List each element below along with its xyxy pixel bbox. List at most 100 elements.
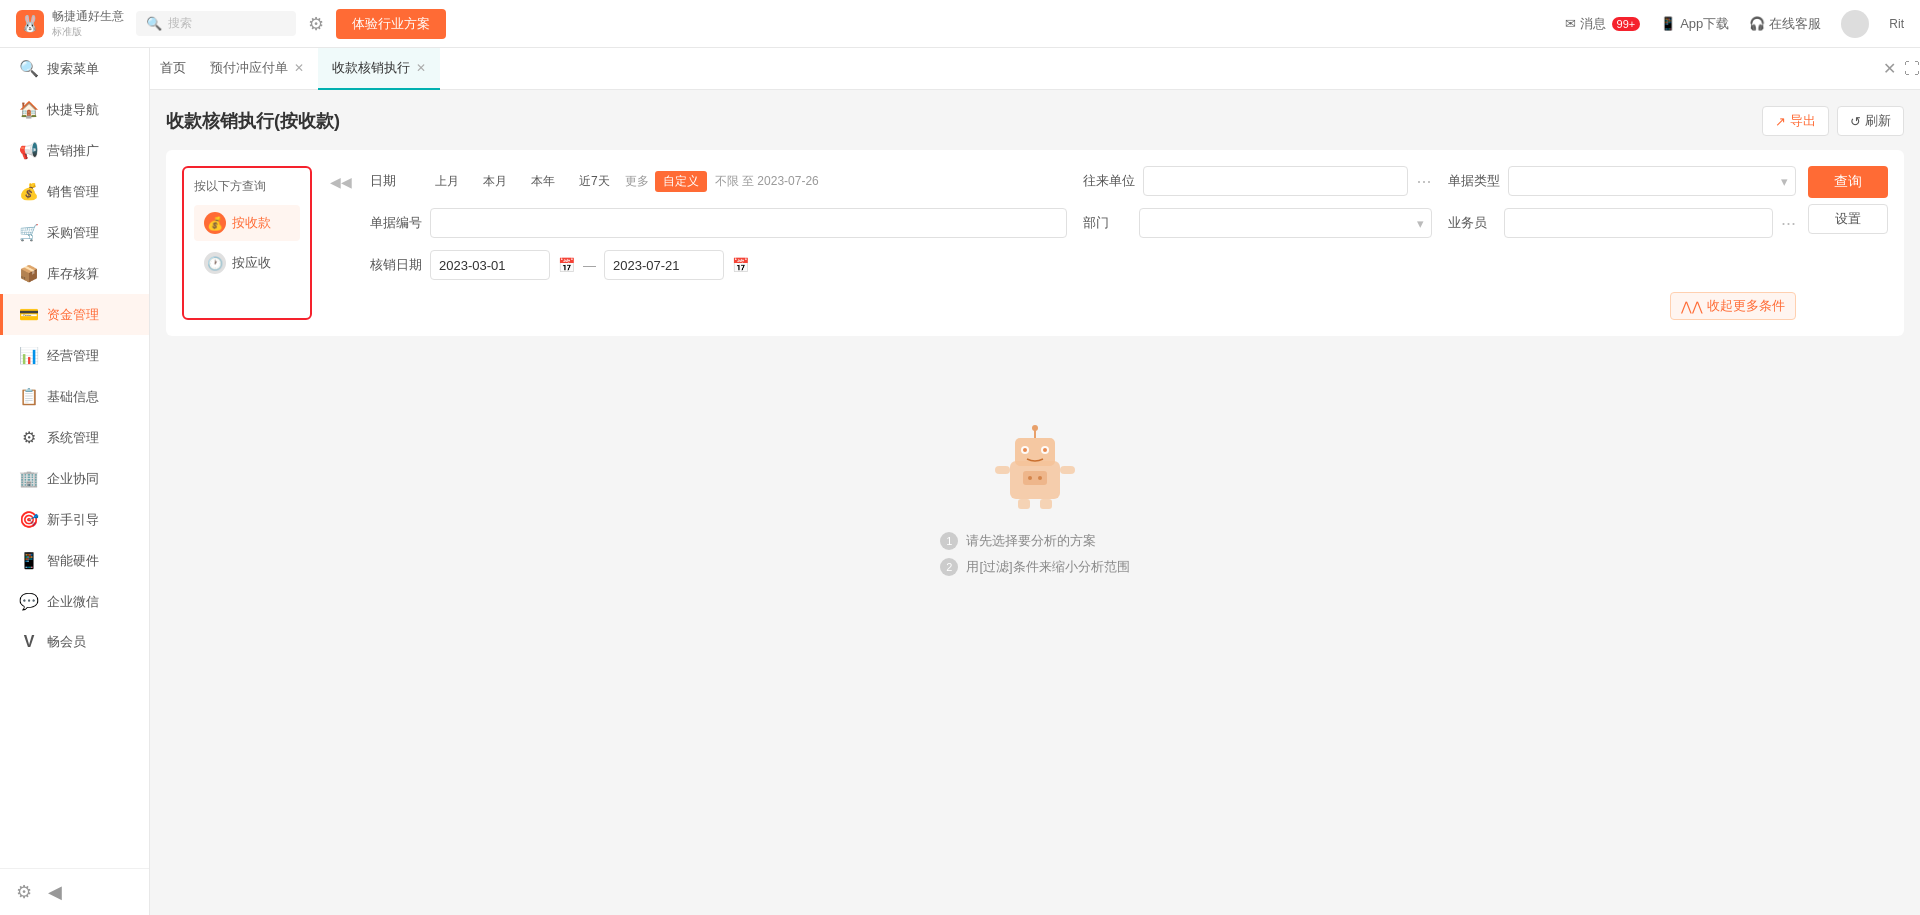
tab-prepay-close[interactable]: ✕ (294, 61, 304, 75)
date-btn-last-month[interactable]: 上月 (426, 169, 468, 194)
refresh-button[interactable]: ↺ 刷新 (1837, 106, 1904, 136)
receipt-icon: 💰 (204, 212, 226, 234)
basic-info-icon: 📋 (19, 387, 39, 406)
operations-icon: 📊 (19, 346, 39, 365)
verify-date-end-input[interactable] (604, 250, 724, 280)
tab-close-all-icon[interactable]: ✕ (1883, 59, 1896, 78)
sidebar-item-operations[interactable]: 📊 经营管理 (0, 335, 149, 376)
filter-action-col: 查询 设置 (1808, 166, 1888, 320)
top-search-box[interactable]: 🔍 搜索 (136, 11, 296, 36)
sidebar-item-enterprise[interactable]: 🏢 企业协同 (0, 458, 149, 499)
sidebar-item-purchase[interactable]: 🛒 采购管理 (0, 212, 149, 253)
tab-home[interactable]: 首页 (150, 48, 196, 90)
svg-rect-11 (1040, 499, 1052, 509)
tab-receipt-verify[interactable]: 收款核销执行 ✕ (318, 48, 440, 90)
query-by-receivable[interactable]: 🕐 按应收 (194, 245, 300, 281)
doc-type-label: 单据类型 (1448, 172, 1500, 190)
svg-rect-8 (995, 466, 1010, 474)
svg-rect-10 (1018, 499, 1030, 509)
content-area: 首页 预付冲应付单 ✕ 收款核销执行 ✕ ✕ ⛶ 收款核销执行(按收款) (150, 48, 1920, 915)
sidebar-collapse-icon[interactable]: ◀ (48, 881, 62, 903)
tab-receipt-close[interactable]: ✕ (416, 61, 426, 75)
salesperson-more-icon[interactable]: ··· (1781, 213, 1796, 234)
query-type-panel: 按以下方查询 💰 按收款 🕐 按应收 (182, 166, 312, 320)
avatar[interactable] (1841, 10, 1869, 38)
date-label: 日期 (370, 172, 418, 190)
empty-state: 1 请先选择要分析的方案 2 用[过滤]条件来缩小分析范围 (166, 336, 1904, 656)
sidebar-item-inventory[interactable]: 📦 库存核算 (0, 253, 149, 294)
partner-more-icon[interactable]: ··· (1416, 171, 1431, 192)
hint-num-1: 1 (940, 532, 958, 550)
collapse-more-button[interactable]: ⋀⋀ 收起更多条件 (1670, 292, 1796, 320)
solution-button[interactable]: 体验行业方案 (336, 9, 446, 39)
salesperson-input[interactable] (1504, 208, 1773, 238)
svg-point-7 (1043, 448, 1047, 452)
tab-prepay[interactable]: 预付冲应付单 ✕ (196, 48, 318, 90)
collapse-panel-button[interactable]: ◀◀ (324, 174, 358, 320)
doc-no-input[interactable] (430, 208, 1067, 238)
refresh-icon: ↺ (1850, 114, 1861, 129)
receivable-icon: 🕐 (204, 252, 226, 274)
app-download-button[interactable]: 📱 App下载 (1660, 15, 1729, 33)
query-type-title: 按以下方查询 (194, 178, 300, 195)
finance-icon: 💳 (19, 305, 39, 324)
marketing-icon: 📢 (19, 141, 39, 160)
query-by-receipt[interactable]: 💰 按收款 (194, 205, 300, 241)
sidebar-item-finance[interactable]: 💳 资金管理 (0, 294, 149, 335)
sidebar-item-quick-nav[interactable]: 🏠 快捷导航 (0, 89, 149, 130)
date-options: 上月 本月 本年 近7天 更多 自定义 (426, 169, 707, 194)
query-button[interactable]: 查询 (1808, 166, 1888, 198)
sidebar-item-basic-info[interactable]: 📋 基础信息 (0, 376, 149, 417)
member-icon: V (19, 633, 39, 651)
sidebar-settings-icon[interactable]: ⚙ (16, 881, 32, 903)
sidebar-item-marketing[interactable]: 📢 营销推广 (0, 130, 149, 171)
top-bar: 🐰 畅捷通好生意 标准版 🔍 搜索 ⚙ 体验行业方案 ✉ 消息 99+ 📱 Ap… (0, 0, 1920, 48)
message-button[interactable]: ✉ 消息 99+ (1565, 15, 1641, 33)
svg-rect-9 (1060, 466, 1075, 474)
sidebar-bottom: ⚙ ◀ (0, 868, 149, 915)
end-calendar-icon[interactable]: 📅 (732, 257, 749, 273)
sidebar-item-member[interactable]: V 畅会员 (0, 622, 149, 662)
start-calendar-icon[interactable]: 📅 (558, 257, 575, 273)
doc-no-label: 单据编号 (370, 214, 422, 232)
date-btn-more[interactable]: 更多 (625, 173, 649, 190)
wechat-icon: 💬 (19, 592, 39, 611)
tab-bar-actions: ✕ ⛶ (1883, 48, 1920, 89)
guide-icon: 🎯 (19, 510, 39, 529)
sidebar-item-guide[interactable]: 🎯 新手引导 (0, 499, 149, 540)
svg-rect-1 (1015, 438, 1055, 466)
svg-point-3 (1032, 425, 1038, 431)
date-range-separator: — (583, 258, 596, 273)
sidebar-item-search-menu[interactable]: 🔍 搜索菜单 (0, 48, 149, 89)
svg-point-14 (1038, 476, 1042, 480)
doc-type-select[interactable] (1508, 166, 1797, 196)
page-title: 收款核销执行(按收款) (166, 109, 340, 133)
filter-settings-button[interactable]: 设置 (1808, 204, 1888, 234)
enterprise-icon: 🏢 (19, 469, 39, 488)
sidebar-item-wechat[interactable]: 💬 企业微信 (0, 581, 149, 622)
verify-date-start-input[interactable] (430, 250, 550, 280)
purchase-icon: 🛒 (19, 223, 39, 242)
message-badge: 99+ (1612, 17, 1641, 31)
filter-row-1: 日期 上月 本月 本年 近7天 更多 自定义 不限 至 2023-07-26 (370, 166, 1796, 196)
export-button[interactable]: ↗ 导出 (1762, 106, 1829, 136)
tab-expand-icon[interactable]: ⛶ (1904, 60, 1920, 78)
sidebar-item-system[interactable]: ⚙ 系统管理 (0, 417, 149, 458)
online-service-button[interactable]: 🎧 在线客服 (1749, 15, 1821, 33)
dept-select[interactable] (1139, 208, 1432, 238)
doc-type-select-wrapper: ▾ (1508, 166, 1797, 196)
date-btn-custom[interactable]: 自定义 (655, 171, 707, 192)
message-icon: ✉ (1565, 16, 1576, 31)
sidebar-item-sales[interactable]: 💰 销售管理 (0, 171, 149, 212)
sidebar-item-hardware[interactable]: 📱 智能硬件 (0, 540, 149, 581)
filter-row-3: 核销日期 📅 — 📅 (370, 250, 1796, 280)
date-btn-7days[interactable]: 近7天 (570, 169, 619, 194)
date-btn-this-year[interactable]: 本年 (522, 169, 564, 194)
filter-area: 按以下方查询 💰 按收款 🕐 按应收 ◀◀ (166, 150, 1904, 336)
svg-point-6 (1023, 448, 1027, 452)
partner-input[interactable] (1143, 166, 1408, 196)
salesperson-label: 业务员 (1448, 214, 1496, 232)
settings-icon[interactable]: ⚙ (308, 13, 324, 35)
date-btn-this-month[interactable]: 本月 (474, 169, 516, 194)
verify-date-range: 📅 — 📅 (430, 250, 749, 280)
